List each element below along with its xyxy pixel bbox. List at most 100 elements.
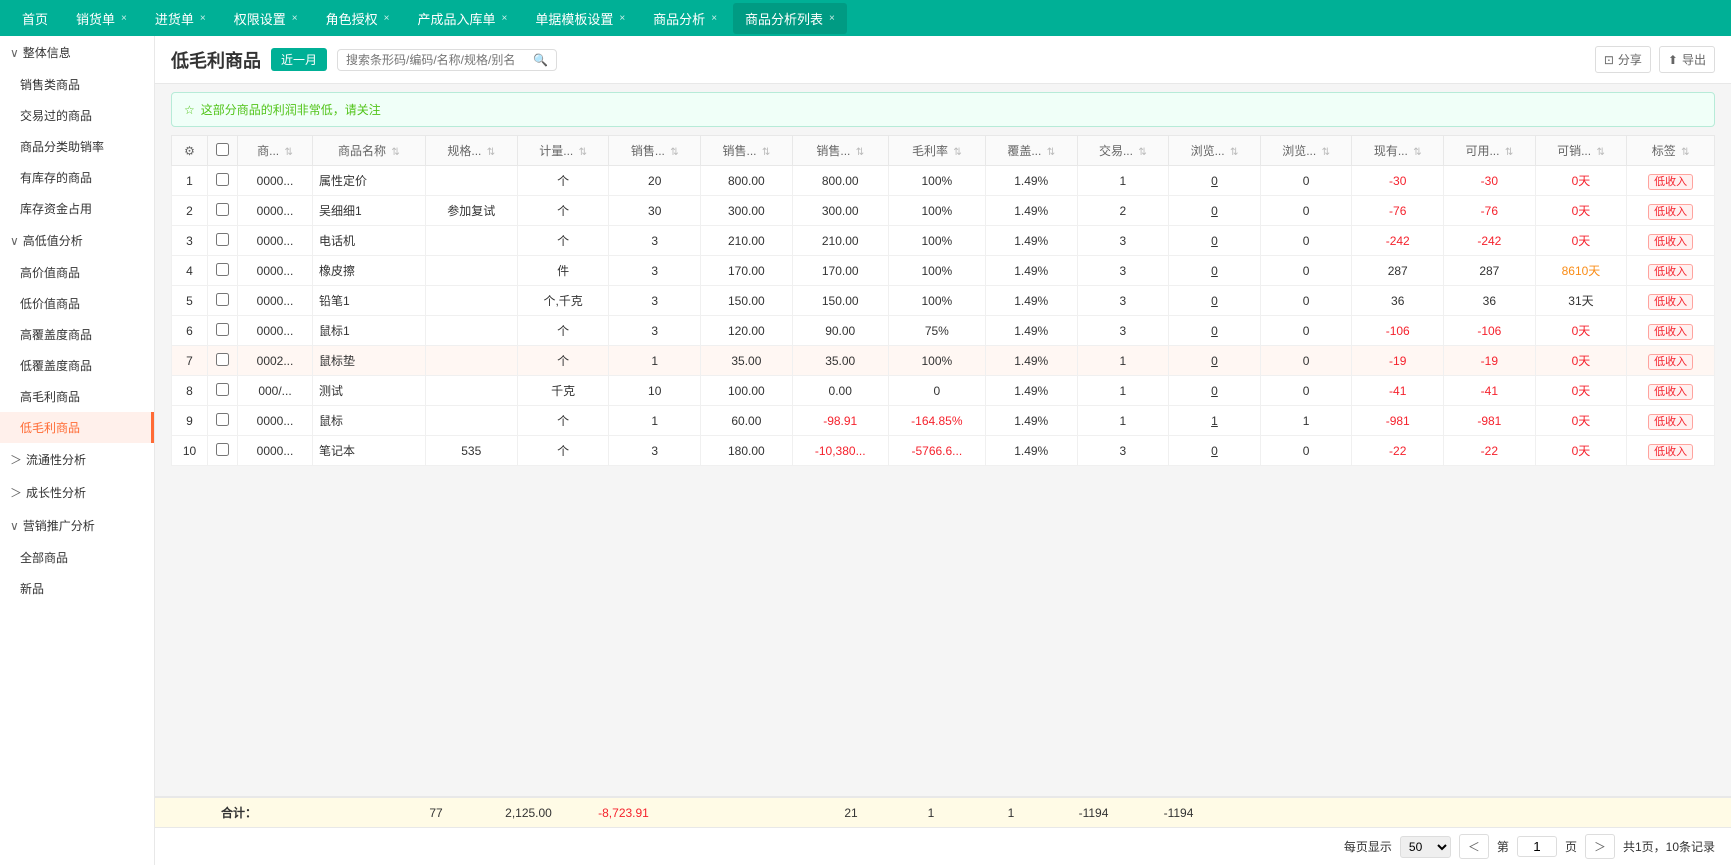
row-checkbox[interactable]: [208, 226, 238, 256]
row-browse1[interactable]: 0: [1169, 166, 1261, 196]
row-transaction: 3: [1077, 226, 1169, 256]
column-sellable[interactable]: 可销... ⇅: [1535, 136, 1627, 166]
row-tag: 低收入: [1627, 166, 1715, 196]
close-icon[interactable]: ×: [711, 13, 717, 24]
next-page-button[interactable]: ＞: [1585, 834, 1615, 859]
sidebar-item-sales-goods[interactable]: 销售类商品: [0, 69, 154, 100]
time-filter-button[interactable]: 近一月: [271, 48, 327, 71]
column-transaction[interactable]: 交易... ⇅: [1077, 136, 1169, 166]
sidebar-item-low-margin[interactable]: 低毛利商品: [0, 412, 154, 443]
select-all-checkbox[interactable]: [216, 143, 229, 156]
column-sales-price[interactable]: 销售... ⇅: [701, 136, 793, 166]
row-browse1[interactable]: 0: [1169, 436, 1261, 466]
row-select-checkbox[interactable]: [216, 263, 229, 276]
sidebar-group-growth-header[interactable]: ＞ 成长性分析: [0, 476, 154, 509]
column-gross-margin[interactable]: 毛利率 ⇅: [888, 136, 985, 166]
row-checkbox[interactable]: [208, 406, 238, 436]
column-settings[interactable]: ⚙: [172, 136, 208, 166]
sidebar-group-overall-header[interactable]: ∨ 整体信息: [0, 36, 154, 69]
row-browse1[interactable]: 0: [1169, 196, 1261, 226]
sidebar-item-high-value[interactable]: 高价值商品: [0, 257, 154, 288]
nav-permission-setting[interactable]: 权限设置 ×: [222, 3, 310, 34]
sidebar-item-stocked-goods[interactable]: 有库存的商品: [0, 162, 154, 193]
row-browse1[interactable]: 0: [1169, 226, 1261, 256]
sidebar-item-low-coverage[interactable]: 低覆盖度商品: [0, 350, 154, 381]
row-select-checkbox[interactable]: [216, 353, 229, 366]
share-button[interactable]: ⊡ 分享: [1595, 46, 1651, 73]
nav-sales-order[interactable]: 销货单 ×: [64, 3, 139, 34]
column-coverage[interactable]: 覆盖... ⇅: [985, 136, 1077, 166]
close-icon[interactable]: ×: [619, 13, 625, 24]
row-select-checkbox[interactable]: [216, 323, 229, 336]
close-icon[interactable]: ×: [384, 13, 390, 24]
nav-template-setting[interactable]: 单据模板设置 ×: [523, 3, 637, 34]
sidebar-group-value-header[interactable]: ∨ 高低值分析: [0, 224, 154, 257]
nav-goods-analysis[interactable]: 商品分析 ×: [641, 3, 729, 34]
nav-goods-analysis-list[interactable]: 商品分析列表 ×: [733, 3, 847, 34]
prev-page-button[interactable]: ＜: [1459, 834, 1489, 859]
column-sales-amount[interactable]: 销售... ⇅: [792, 136, 888, 166]
row-checkbox[interactable]: [208, 166, 238, 196]
row-sellable: 0天: [1535, 376, 1627, 406]
row-unit: 个: [517, 406, 609, 436]
current-page-input[interactable]: [1517, 836, 1557, 857]
nav-role-auth[interactable]: 角色授权 ×: [314, 3, 402, 34]
column-code[interactable]: 商... ⇅: [238, 136, 313, 166]
settings-icon[interactable]: ⚙: [184, 144, 195, 158]
row-browse1[interactable]: 0: [1169, 346, 1261, 376]
row-select-checkbox[interactable]: [216, 233, 229, 246]
search-input[interactable]: [346, 53, 533, 67]
row-checkbox[interactable]: [208, 376, 238, 406]
row-no: 3: [172, 226, 208, 256]
close-icon[interactable]: ×: [501, 13, 507, 24]
page-size-select[interactable]: 50 10 20 100: [1400, 836, 1451, 858]
row-checkbox[interactable]: [208, 316, 238, 346]
sidebar-item-high-margin[interactable]: 高毛利商品: [0, 381, 154, 412]
row-select-checkbox[interactable]: [216, 443, 229, 456]
nav-product-inbound[interactable]: 产成品入库单 ×: [405, 3, 519, 34]
sidebar-item-new-goods[interactable]: 新品: [0, 573, 154, 604]
column-sales-qty[interactable]: 销售... ⇅: [609, 136, 701, 166]
row-browse1[interactable]: 0: [1169, 376, 1261, 406]
row-select-checkbox[interactable]: [216, 413, 229, 426]
row-select-checkbox[interactable]: [216, 293, 229, 306]
column-name[interactable]: 商品名称 ⇅: [312, 136, 425, 166]
sidebar-item-inventory-fund[interactable]: 库存资金占用: [0, 193, 154, 224]
column-unit[interactable]: 计量... ⇅: [517, 136, 609, 166]
row-spec: [425, 226, 517, 256]
sidebar-item-traded-goods[interactable]: 交易过的商品: [0, 100, 154, 131]
column-browse1[interactable]: 浏览... ⇅: [1169, 136, 1261, 166]
nav-home[interactable]: 首页: [10, 3, 60, 34]
sidebar-item-category-rate[interactable]: 商品分类助销率: [0, 131, 154, 162]
column-browse2[interactable]: 浏览... ⇅: [1260, 136, 1352, 166]
column-spec[interactable]: 规格... ⇅: [425, 136, 517, 166]
close-icon[interactable]: ×: [121, 13, 127, 24]
sidebar-item-all-goods[interactable]: 全部商品: [0, 542, 154, 573]
close-icon[interactable]: ×: [292, 13, 298, 24]
row-browse1[interactable]: 0: [1169, 316, 1261, 346]
row-checkbox[interactable]: [208, 346, 238, 376]
export-button[interactable]: ⬆ 导出: [1659, 46, 1715, 73]
row-checkbox[interactable]: [208, 436, 238, 466]
sidebar-group-marketing-header[interactable]: ∨ 营销推广分析: [0, 509, 154, 542]
sidebar-group-circulation: ＞ 流通性分析: [0, 443, 154, 476]
row-select-checkbox[interactable]: [216, 383, 229, 396]
row-browse1[interactable]: 0: [1169, 256, 1261, 286]
column-current-stock[interactable]: 现有... ⇅: [1352, 136, 1444, 166]
search-icon[interactable]: 🔍: [533, 53, 548, 67]
row-checkbox[interactable]: [208, 286, 238, 316]
row-select-checkbox[interactable]: [216, 203, 229, 216]
sidebar-item-high-coverage[interactable]: 高覆盖度商品: [0, 319, 154, 350]
row-select-checkbox[interactable]: [216, 173, 229, 186]
close-icon[interactable]: ×: [200, 13, 206, 24]
sidebar-item-low-value[interactable]: 低价值商品: [0, 288, 154, 319]
row-checkbox[interactable]: [208, 196, 238, 226]
row-checkbox[interactable]: [208, 256, 238, 286]
column-tag[interactable]: 标签 ⇅: [1627, 136, 1715, 166]
close-icon[interactable]: ×: [829, 13, 835, 24]
column-available[interactable]: 可用... ⇅: [1444, 136, 1536, 166]
row-browse1[interactable]: 1: [1169, 406, 1261, 436]
sidebar-group-circulation-header[interactable]: ＞ 流通性分析: [0, 443, 154, 476]
row-browse1[interactable]: 0: [1169, 286, 1261, 316]
nav-purchase-order[interactable]: 进货单 ×: [143, 3, 218, 34]
